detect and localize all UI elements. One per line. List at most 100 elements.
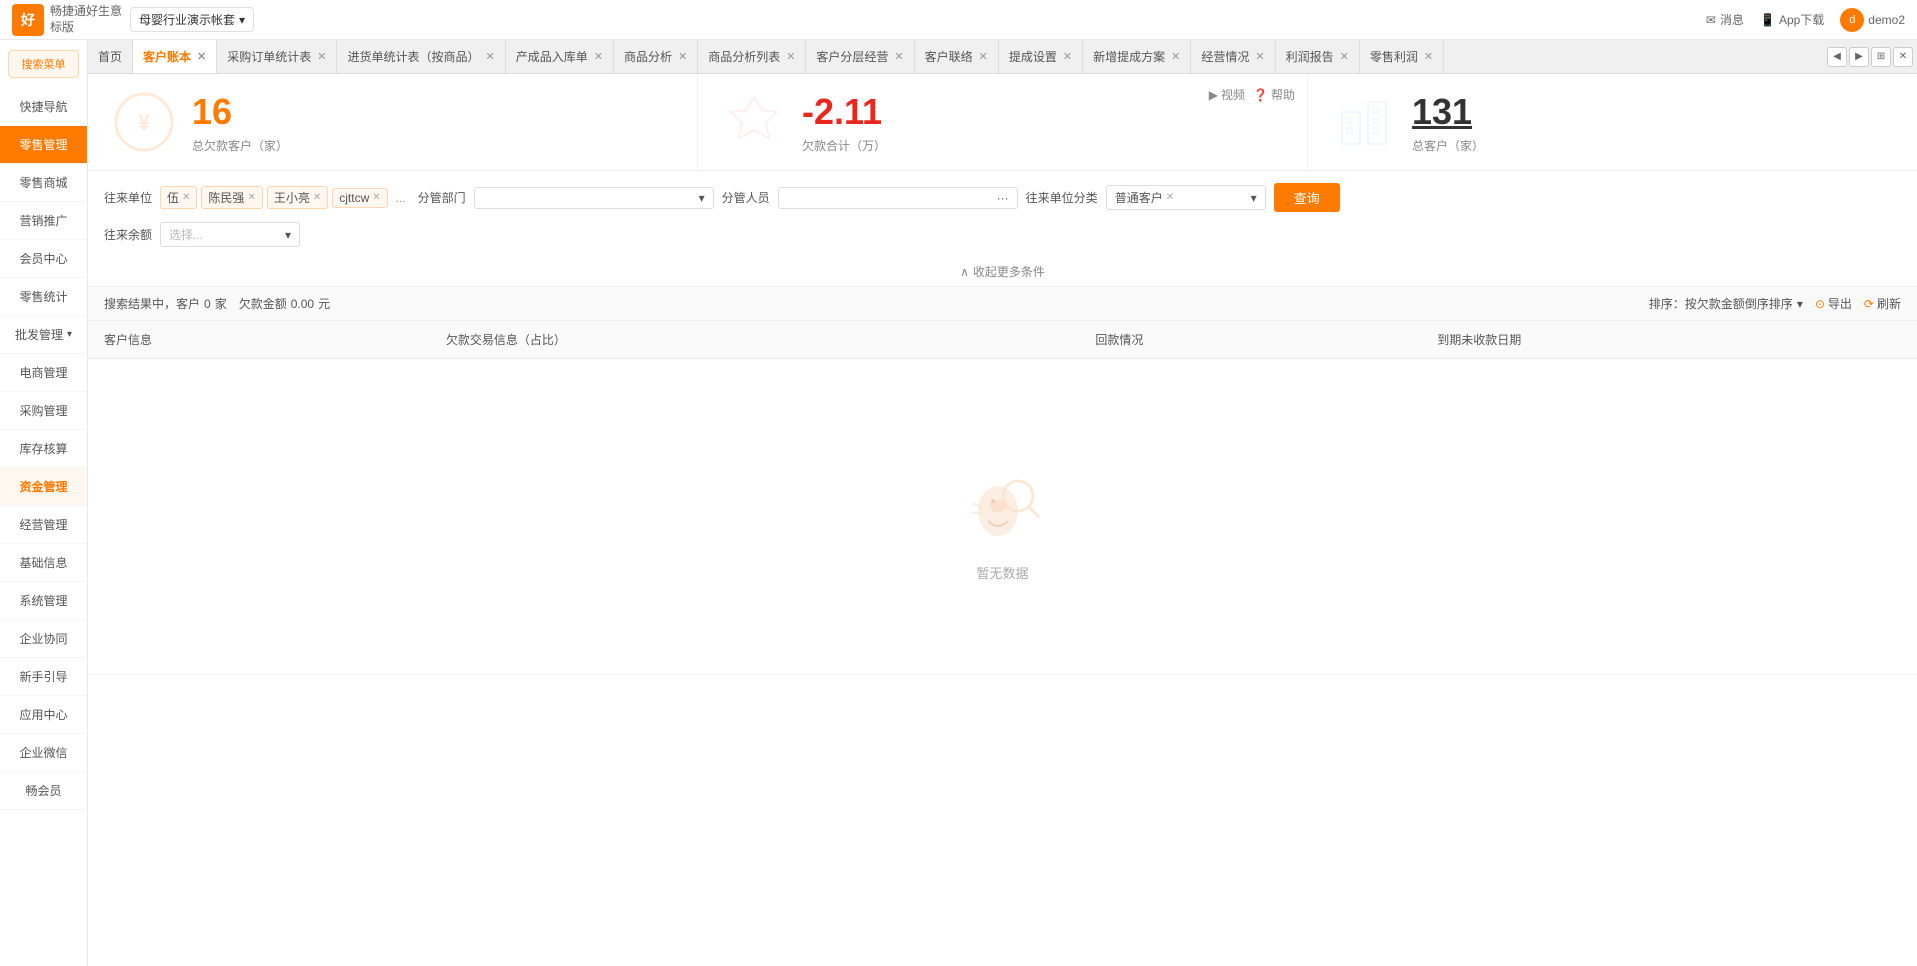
filter-tag-chen[interactable]: 陈民强 ✕ bbox=[201, 186, 262, 209]
refresh-icon: ⟳ bbox=[1864, 297, 1874, 311]
tab-close-icon[interactable]: ✕ bbox=[1340, 50, 1349, 63]
filter-row-2: 往来余额 选择... ▾ bbox=[104, 222, 1901, 247]
sidebar-item-beginner[interactable]: 新手引导 bbox=[0, 658, 87, 696]
tab-product-analysis-list[interactable]: 商品分析列表 ✕ bbox=[698, 40, 806, 74]
tab-customer-segmentation[interactable]: 客户分层经营 ✕ bbox=[806, 40, 914, 74]
top-bar-right: ✉ 消息 📱 App下载 d demo2 bbox=[1706, 8, 1905, 32]
tag-close-cjttcw[interactable]: ✕ bbox=[372, 192, 380, 203]
tab-product-inbound[interactable]: 产成品入库单 ✕ bbox=[506, 40, 614, 74]
top-bar-left: 好 畅捷通好生意 标版 母婴行业演示帐套 ▾ bbox=[12, 4, 254, 36]
tab-purchase-order-stats[interactable]: 采购订单统计表 ✕ bbox=[217, 40, 337, 74]
sidebar-item-enterprise-collab[interactable]: 企业协同 bbox=[0, 620, 87, 658]
sidebar-item-purchase[interactable]: 采购管理 bbox=[0, 392, 87, 430]
tab-customer-ledger[interactable]: 客户账本 ✕ bbox=[133, 40, 217, 74]
tab-home[interactable]: 首页 bbox=[88, 40, 133, 74]
tab-close-icon[interactable]: ✕ bbox=[1424, 50, 1433, 63]
tabs-nav-buttons: ◀ ▶ ⊞ ✕ bbox=[1823, 47, 1917, 67]
tab-close-icon[interactable]: ✕ bbox=[1171, 50, 1180, 63]
tab-expand-button[interactable]: ⊞ bbox=[1871, 47, 1891, 67]
sidebar-item-operations[interactable]: 经营管理 bbox=[0, 506, 87, 544]
tab-add-commission-plan[interactable]: 新增提成方案 ✕ bbox=[1083, 40, 1191, 74]
sidebar-item-enterprise-wechat[interactable]: 企业微信 bbox=[0, 734, 87, 772]
sidebar-item-retail-stats[interactable]: 零售统计 bbox=[0, 278, 87, 316]
tab-close-icon[interactable]: ✕ bbox=[317, 50, 326, 63]
stat-card-total-customers: 131 总客户（家） bbox=[1308, 74, 1917, 170]
doc-help-btn[interactable]: ❓ 帮助 bbox=[1253, 86, 1295, 103]
svg-text:¥: ¥ bbox=[138, 110, 151, 135]
app-download-btn[interactable]: 📱 App下载 bbox=[1760, 11, 1824, 28]
query-button[interactable]: 查询 bbox=[1274, 183, 1340, 212]
tab-close-icon[interactable]: ✕ bbox=[678, 50, 687, 63]
result-bar: 搜索结果中，客户 0 家 欠款金额 0.00 元 排序：按欠款金额倒序排序 ▾ … bbox=[88, 287, 1917, 321]
filter-tags-unit: 伍 ✕ 陈民强 ✕ 王小亮 ✕ cjttcw ✕ bbox=[160, 186, 410, 209]
sidebar-item-inventory[interactable]: 库存核算 bbox=[0, 430, 87, 468]
sidebar-item-wholesale[interactable]: 批发管理▾ bbox=[0, 316, 87, 354]
tab-purchase-stats-by-product[interactable]: 进货单统计表（按商品） ✕ bbox=[337, 40, 505, 74]
tab-close-icon[interactable]: ✕ bbox=[894, 50, 903, 63]
tab-prev-button[interactable]: ◀ bbox=[1827, 47, 1847, 67]
ellipsis-icon: ··· bbox=[997, 191, 1009, 205]
tab-close-icon[interactable]: ✕ bbox=[197, 50, 206, 63]
tag-close-category[interactable]: ✕ bbox=[1166, 192, 1174, 203]
filter-tag-category[interactable]: 普通客户 ✕ bbox=[1115, 189, 1174, 206]
content-area: 首页 客户账本 ✕ 采购订单统计表 ✕ 进货单统计表（按商品） ✕ 产成品入库单… bbox=[88, 40, 1917, 966]
tab-close-icon[interactable]: ✕ bbox=[1063, 50, 1072, 63]
tab-product-analysis[interactable]: 商品分析 ✕ bbox=[614, 40, 698, 74]
sidebar-item-system[interactable]: 系统管理 bbox=[0, 582, 87, 620]
tag-close-chen[interactable]: ✕ bbox=[247, 192, 255, 203]
empty-illustration bbox=[953, 451, 1053, 551]
tab-close-icon[interactable]: ✕ bbox=[979, 50, 988, 63]
sidebar-item-member-center[interactable]: 会员中心 bbox=[0, 240, 87, 278]
tab-profit-report[interactable]: 利润报告 ✕ bbox=[1276, 40, 1360, 74]
filter-category-select[interactable]: 普通客户 ✕ ▾ bbox=[1106, 185, 1266, 210]
video-help-btn[interactable]: ▶ 视频 bbox=[1209, 86, 1245, 103]
tab-close-icon[interactable]: ✕ bbox=[786, 50, 795, 63]
tab-retail-profit[interactable]: 零售利润 ✕ bbox=[1360, 40, 1444, 74]
tab-next-button[interactable]: ▶ bbox=[1849, 47, 1869, 67]
sort-selector[interactable]: 排序：按欠款金额倒序排序 ▾ bbox=[1649, 295, 1803, 312]
filter-dept-select[interactable]: ▾ bbox=[474, 187, 714, 209]
chevron-down-icon: ▾ bbox=[285, 228, 291, 242]
export-button[interactable]: ⊙ 导出 bbox=[1815, 295, 1852, 312]
stat-info-customers: 16 总欠款客户（家） bbox=[192, 91, 288, 154]
filter-tag-wang[interactable]: 王小亮 ✕ bbox=[267, 186, 328, 209]
filter-label-category: 往来单位分类 bbox=[1026, 189, 1098, 206]
message-btn[interactable]: ✉ 消息 bbox=[1706, 11, 1744, 28]
user-profile[interactable]: d demo2 bbox=[1840, 8, 1905, 32]
tab-close-all-button[interactable]: ✕ bbox=[1893, 47, 1913, 67]
sidebar-item-finance[interactable]: 资金管理 bbox=[0, 468, 87, 506]
tab-commission-settings[interactable]: 提成设置 ✕ bbox=[999, 40, 1083, 74]
sidebar-item-member[interactable]: 畅会员 bbox=[0, 772, 87, 810]
tab-operations[interactable]: 经营情况 ✕ bbox=[1191, 40, 1275, 74]
result-info: 搜索结果中，客户 0 家 欠款金额 0.00 元 bbox=[104, 295, 330, 312]
filter-person-select[interactable]: ··· bbox=[778, 187, 1018, 209]
sidebar-item-marketing[interactable]: 营销推广 bbox=[0, 202, 87, 240]
org-selector[interactable]: 母婴行业演示帐套 ▾ bbox=[130, 7, 254, 32]
logo-area: 好 畅捷通好生意 标版 bbox=[12, 4, 122, 36]
empty-text: 暂无数据 bbox=[976, 563, 1028, 582]
col-due-date: 到期未收款日期 bbox=[1421, 321, 1917, 359]
tag-close-wang[interactable]: ✕ bbox=[313, 192, 321, 203]
tab-close-icon[interactable]: ✕ bbox=[486, 50, 495, 63]
sidebar-item-retail-mgmt[interactable]: 零售管理 bbox=[0, 126, 87, 164]
sidebar-item-retail-mall[interactable]: 零售商城 bbox=[0, 164, 87, 202]
filter-remain-select[interactable]: 选择... ▾ bbox=[160, 222, 300, 247]
tag-close-wu[interactable]: ✕ bbox=[182, 192, 190, 203]
tab-close-icon[interactable]: ✕ bbox=[1255, 50, 1264, 63]
filter-more-units[interactable]: ... bbox=[392, 189, 410, 207]
sidebar-item-ecommerce[interactable]: 电商管理 bbox=[0, 354, 87, 392]
tab-customer-contact[interactable]: 客户联络 ✕ bbox=[915, 40, 999, 74]
collapse-button[interactable]: ∧ 收起更多条件 bbox=[952, 263, 1053, 280]
tab-close-icon[interactable]: ✕ bbox=[594, 50, 603, 63]
filter-area: 往来单位 伍 ✕ 陈民强 ✕ 王小亮 ✕ bbox=[88, 171, 1917, 287]
stat-card-amount: -2.11 欠款合计（万） ▶ 视频 ❓ 帮助 bbox=[698, 74, 1308, 170]
filter-tag-wu[interactable]: 伍 ✕ bbox=[160, 186, 197, 209]
filter-tag-cjttcw[interactable]: cjttcw ✕ bbox=[332, 188, 387, 208]
search-menu-button[interactable]: 搜索菜单 bbox=[8, 50, 79, 78]
sidebar-item-quick-nav[interactable]: 快捷导航 bbox=[0, 88, 87, 126]
stat-info-amount: -2.11 欠款合计（万） bbox=[802, 91, 886, 154]
sidebar-item-app-center[interactable]: 应用中心 bbox=[0, 696, 87, 734]
stat-label-total: 总客户（家） bbox=[1412, 137, 1484, 154]
sidebar-item-basic-info[interactable]: 基础信息 bbox=[0, 544, 87, 582]
refresh-button[interactable]: ⟳ 刷新 bbox=[1864, 295, 1901, 312]
